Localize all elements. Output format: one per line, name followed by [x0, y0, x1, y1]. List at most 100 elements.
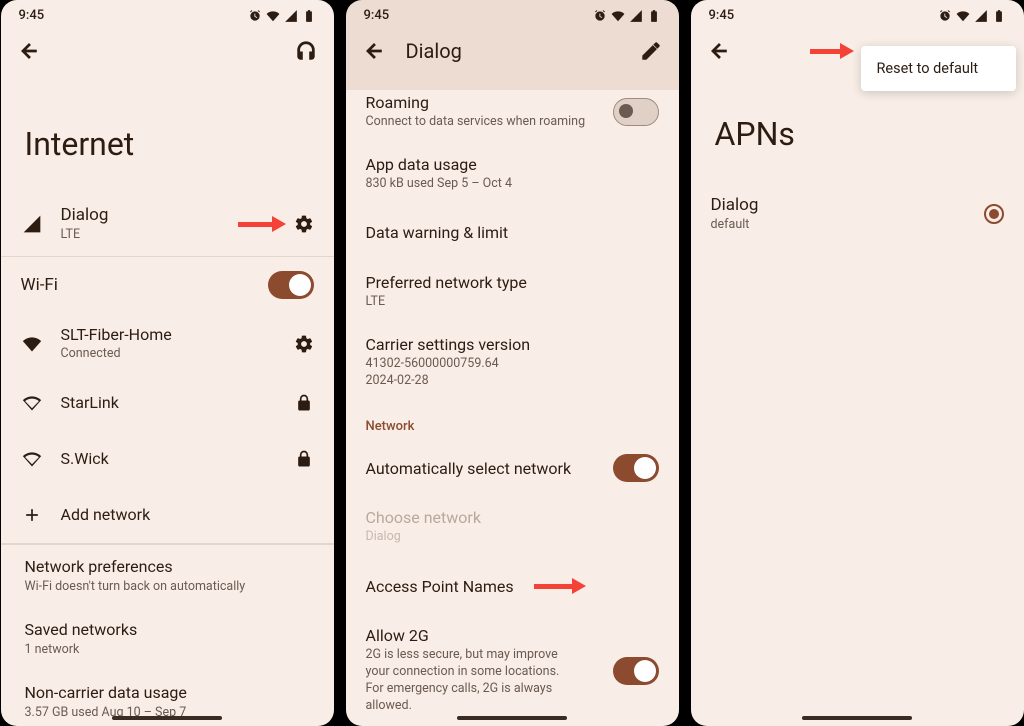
screen-apns: 9:45 Reset to default APNs Dialog defaul…: [691, 0, 1024, 726]
setting-sub: Dialog: [366, 529, 659, 546]
setting-row[interactable]: Automatically select network: [346, 440, 679, 496]
page-title: APNs: [691, 75, 1024, 183]
pref-title: Non-carrier data usage: [25, 683, 310, 702]
screen-carrier-settings: 9:45 Dialog Roaming Connect to data servi…: [346, 0, 679, 726]
lock-icon: [294, 449, 314, 469]
topbar: Dialog: [346, 27, 679, 75]
pref-row[interactable]: Saved networks 1 network: [1, 608, 334, 671]
setting-toggle[interactable]: [613, 454, 659, 482]
wifi-status-icon: [611, 9, 625, 23]
setting-title: Roaming: [366, 93, 595, 112]
wifi-toggle-row[interactable]: Wi-Fi: [1, 257, 334, 313]
wifi-toggle[interactable]: [268, 271, 314, 299]
setting-title: Allow 2G: [366, 626, 595, 645]
setting-row[interactable]: Data warning & limit: [346, 205, 679, 261]
setting-row[interactable]: Access Point Names: [346, 558, 679, 614]
callout-arrow-3: [810, 43, 854, 59]
setting-toggle[interactable]: [613, 657, 659, 685]
apn-sub: default: [711, 217, 966, 234]
gear-icon: [294, 214, 314, 234]
status-icons: [248, 9, 316, 23]
wifi-icon: [22, 449, 42, 469]
setting-title: Automatically select network: [366, 459, 595, 478]
setting-row[interactable]: Preferred network type LTE: [346, 261, 679, 323]
carrier-name: Dialog: [61, 205, 276, 225]
status-bar: 9:45: [1, 0, 334, 27]
network-name: SLT-Fiber-Home: [61, 325, 276, 344]
clock: 9:45: [709, 8, 735, 23]
status-icons: [938, 9, 1006, 23]
page-title: Dialog: [406, 39, 462, 63]
pref-title: Network preferences: [25, 557, 310, 576]
setting-sub: 2G is less secure, but may improve your …: [366, 647, 576, 715]
setting-row: Choose network Dialog: [346, 496, 679, 558]
add-network-row[interactable]: Add network: [1, 487, 334, 543]
clock: 9:45: [364, 8, 390, 23]
setting-title: App data usage: [366, 155, 659, 174]
network-settings-button[interactable]: [294, 334, 314, 354]
nav-pill[interactable]: [802, 716, 912, 720]
carrier-settings-button[interactable]: [294, 214, 314, 234]
setting-toggle[interactable]: [613, 98, 659, 126]
pref-sub: Wi-Fi doesn't turn back on automatically: [25, 579, 310, 594]
back-button[interactable]: [707, 39, 731, 63]
back-button[interactable]: [362, 39, 386, 63]
nav-pill[interactable]: [112, 716, 222, 720]
setting-sub: Connect to data services when roaming: [366, 114, 595, 131]
setting-row[interactable]: Roaming Connect to data services when roa…: [346, 81, 679, 143]
lock-indicator: [294, 449, 314, 469]
wifi-status-icon: [266, 9, 280, 23]
battery-icon: [992, 9, 1006, 23]
setting-row[interactable]: Allow 2G 2G is less secure, but may impro…: [346, 614, 679, 726]
wifi-status-icon: [956, 9, 970, 23]
wifi-network-row[interactable]: SLT-Fiber-Home Connected: [1, 313, 334, 375]
apn-row[interactable]: Dialog default: [691, 183, 1024, 246]
battery-icon: [647, 9, 661, 23]
setting-row[interactable]: App data usage 830 kB used Sep 5 – Oct 4: [346, 143, 679, 205]
menu-reset-default[interactable]: Reset to default: [877, 60, 1000, 77]
alarm-icon: [938, 9, 952, 23]
signal-icon: [974, 9, 988, 23]
network-status: Connected: [61, 346, 276, 363]
wifi-label: Wi-Fi: [21, 275, 250, 295]
gear-icon: [294, 334, 314, 354]
setting-title: Access Point Names: [366, 577, 659, 596]
setting-sub: 830 kB used Sep 5 – Oct 4: [366, 176, 659, 193]
status-bar: 9:45: [691, 0, 1024, 27]
status-bar: 9:45: [346, 0, 679, 27]
nav-pill[interactable]: [457, 716, 567, 720]
wifi-network-row[interactable]: StarLink: [1, 375, 334, 431]
overflow-menu: Reset to default: [861, 46, 1016, 91]
setting-title: Preferred network type: [366, 273, 659, 292]
topbar: [1, 27, 334, 75]
add-network-label: Add network: [61, 505, 314, 524]
setting-sub: 41302-56000000759.642024-02-28: [366, 356, 659, 390]
back-button[interactable]: [17, 39, 41, 63]
lock-icon: [294, 393, 314, 413]
setting-sub: LTE: [366, 294, 659, 311]
carrier-row[interactable]: Dialog LTE: [1, 193, 334, 256]
lock-indicator: [294, 393, 314, 413]
wifi-icon: [22, 334, 42, 354]
pref-row[interactable]: Network preferences Wi-Fi doesn't turn ba…: [1, 545, 334, 608]
carrier-sub: LTE: [61, 227, 276, 244]
battery-icon: [302, 9, 316, 23]
apn-radio[interactable]: [984, 204, 1004, 224]
pref-sub: 1 network: [25, 642, 310, 657]
screen-internet: 9:45 Internet Dialog LTE: [1, 0, 334, 726]
signal-icon: [284, 9, 298, 23]
setting-title: Carrier settings version: [366, 335, 659, 354]
pref-title: Saved networks: [25, 620, 310, 639]
setting-title: Data warning & limit: [366, 223, 659, 242]
signal-icon: [22, 214, 42, 234]
clock: 9:45: [19, 8, 45, 23]
setting-title: Choose network: [366, 508, 659, 527]
signal-icon: [629, 9, 643, 23]
edit-button[interactable]: [639, 39, 663, 63]
setting-row[interactable]: Carrier settings version 41302-5600000075…: [346, 323, 679, 402]
plus-icon: [22, 505, 42, 525]
alarm-icon: [593, 9, 607, 23]
wifi-network-row[interactable]: S.Wick: [1, 431, 334, 487]
network-name: StarLink: [61, 393, 276, 412]
help-button[interactable]: [294, 39, 318, 63]
